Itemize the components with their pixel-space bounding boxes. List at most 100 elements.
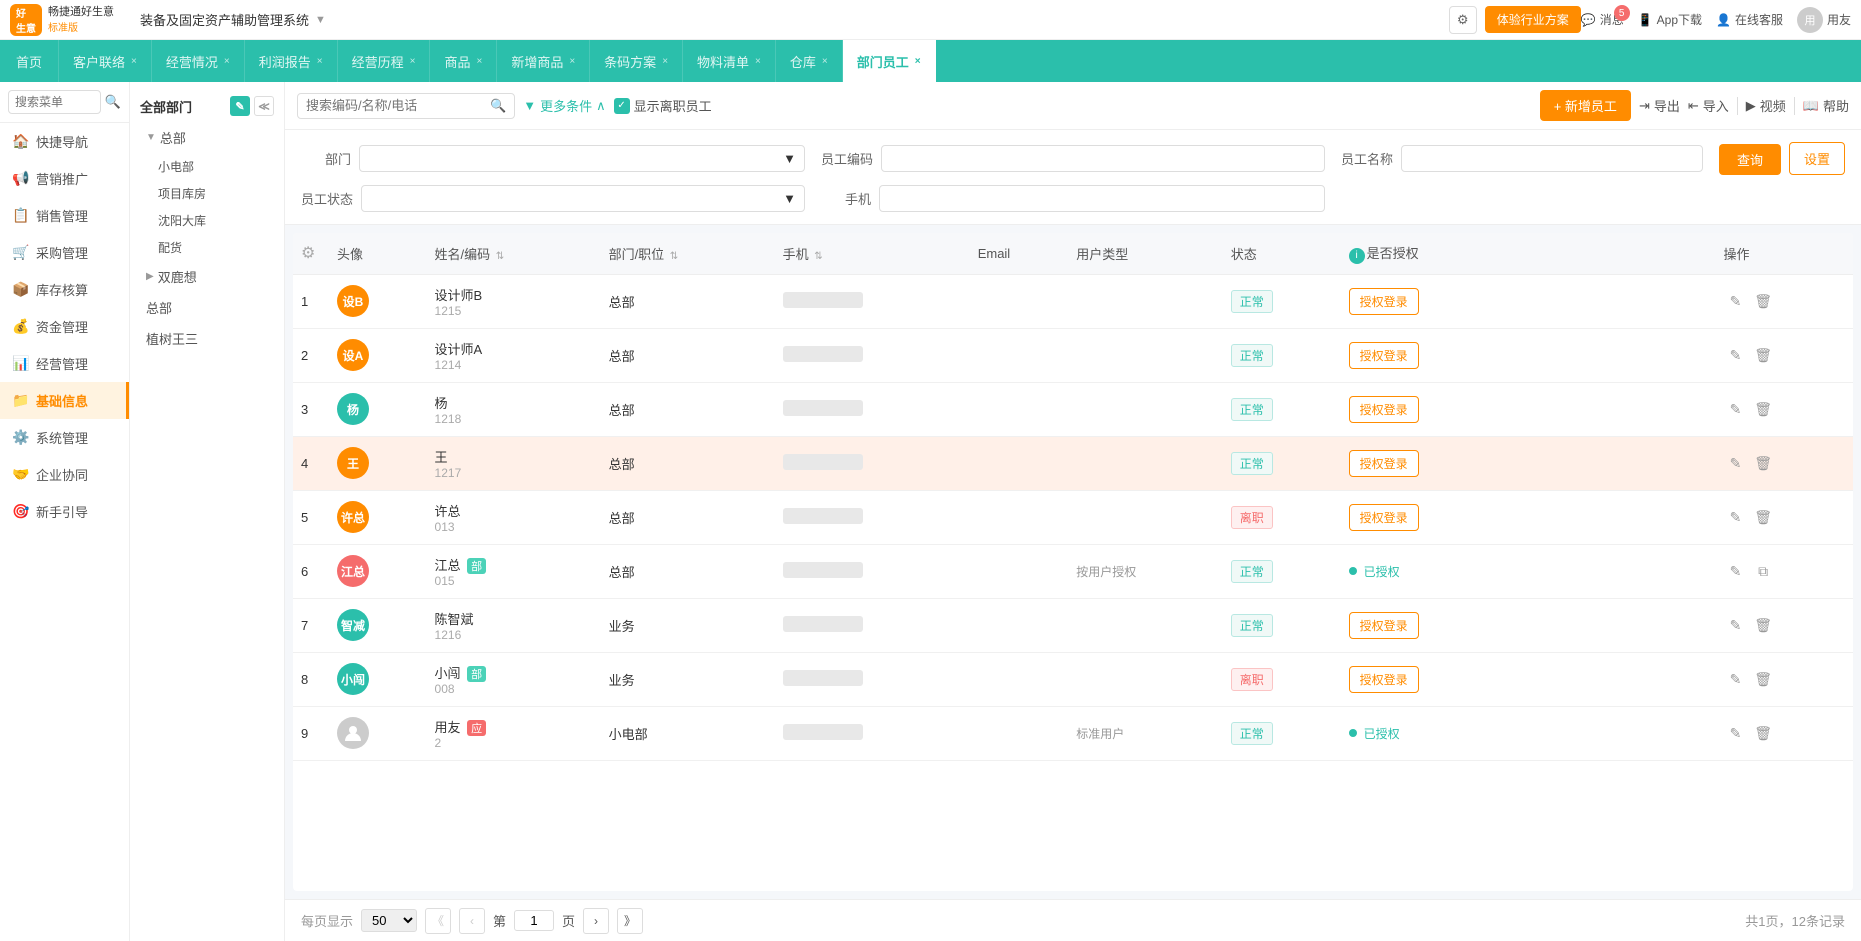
page-number-input[interactable] bbox=[514, 910, 554, 931]
edit-button[interactable]: ✎ bbox=[1723, 559, 1747, 583]
table-settings-icon[interactable]: ⚙ bbox=[301, 245, 315, 262]
delete-button[interactable]: 🗑 bbox=[1751, 721, 1775, 745]
more-filter-button[interactable]: ▼ 更多条件 ∧ bbox=[523, 96, 605, 115]
view-label: 视频 bbox=[1760, 96, 1786, 115]
dept-child-peihuo[interactable]: 配货 bbox=[130, 234, 284, 261]
sidebar-search-input[interactable] bbox=[8, 90, 101, 114]
tab-bom[interactable]: 物料清单 × bbox=[683, 40, 776, 82]
auth-login-button[interactable]: 授权登录 bbox=[1349, 342, 1419, 369]
code-filter-input[interactable] bbox=[881, 145, 1325, 172]
sidebar-inventory-label: 库存核算 bbox=[36, 280, 88, 299]
tab-home[interactable]: 首页 bbox=[0, 40, 59, 82]
help-icon: 📖 bbox=[1803, 98, 1819, 114]
delete-button[interactable]: 🗑 bbox=[1751, 343, 1775, 367]
copy-button[interactable]: ⧉ bbox=[1751, 559, 1775, 583]
phone-blur bbox=[783, 400, 863, 416]
page-size-select[interactable]: 50 20 100 bbox=[361, 909, 417, 932]
sidebar-item-system[interactable]: ⚙️ 系统管理 bbox=[0, 419, 129, 456]
sidebar-item-collab[interactable]: 🤝 企业协同 bbox=[0, 456, 129, 493]
phone-filter-input[interactable] bbox=[879, 185, 1325, 212]
show-resign-label[interactable]: ✓ 显示离职员工 bbox=[614, 96, 712, 115]
edit-button[interactable]: ✎ bbox=[1723, 451, 1747, 475]
tab-warehouse[interactable]: 仓库 × bbox=[776, 40, 843, 82]
import-button[interactable]: ⇤ 导入 bbox=[1688, 96, 1729, 115]
sidebar-item-nav[interactable]: 🏠 快捷导航 bbox=[0, 123, 129, 160]
delete-button[interactable]: 🗑 bbox=[1751, 397, 1775, 421]
dept-child-shenyang[interactable]: 沈阳大库 bbox=[130, 207, 284, 234]
sidebar-item-basic[interactable]: 📁 基础信息 bbox=[0, 382, 129, 419]
auth-login-button[interactable]: 授权登录 bbox=[1349, 504, 1419, 531]
sidebar-item-purchase[interactable]: 🛒 采购管理 bbox=[0, 234, 129, 271]
message-button[interactable]: 💬 消息 5 bbox=[1581, 11, 1624, 28]
system-dropdown-icon[interactable]: ▼ bbox=[315, 14, 326, 26]
query-button[interactable]: 查询 bbox=[1719, 144, 1781, 175]
sidebar-item-marketing[interactable]: 📢 营销推广 bbox=[0, 160, 129, 197]
tab-profit[interactable]: 利润报告 × bbox=[245, 40, 338, 82]
add-employee-button[interactable]: + 新增员工 bbox=[1540, 90, 1631, 121]
delete-button[interactable]: 🗑 bbox=[1751, 451, 1775, 475]
dept-node-zonbu[interactable]: 总部 bbox=[130, 292, 284, 323]
tab-barcode[interactable]: 条码方案 × bbox=[590, 40, 683, 82]
online-service-button[interactable]: 👤 在线客服 bbox=[1716, 11, 1783, 28]
tab-history[interactable]: 经营历程 × bbox=[338, 40, 431, 82]
settings-button[interactable]: ⚙ bbox=[1449, 6, 1477, 34]
auth-login-button[interactable]: 授权登录 bbox=[1349, 666, 1419, 693]
col-name: 姓名/编码 ⇅ bbox=[427, 233, 601, 274]
tab-new-goods[interactable]: 新增商品 × bbox=[497, 40, 590, 82]
name-filter-input[interactable] bbox=[1401, 145, 1703, 172]
delete-button[interactable]: 🗑 bbox=[1751, 613, 1775, 637]
dept-filter-select[interactable]: ▼ bbox=[359, 145, 805, 172]
dept-node-shuanglu[interactable]: ▶ 双鹿想 bbox=[130, 261, 284, 292]
edit-button[interactable]: ✎ bbox=[1723, 343, 1747, 367]
auth-login-button[interactable]: 授权登录 bbox=[1349, 612, 1419, 639]
row-no: 9 bbox=[293, 706, 329, 760]
help-button[interactable]: 📖 帮助 bbox=[1803, 96, 1849, 115]
edit-button[interactable]: ✎ bbox=[1723, 613, 1747, 637]
dept-edit-icon[interactable]: ✎ bbox=[230, 96, 250, 116]
prev-page-button[interactable]: ‹ bbox=[459, 908, 485, 934]
top-bar: 好生意 畅捷通好生意 标准版 装备及固定资产辅助管理系统 ▼ ⚙ 体验行业方案 … bbox=[0, 0, 1861, 40]
system-title-text: 装备及固定资产辅助管理系统 bbox=[140, 10, 309, 29]
first-page-button[interactable]: 《 bbox=[425, 908, 451, 934]
delete-button[interactable]: 🗑 bbox=[1751, 289, 1775, 313]
edit-button[interactable]: ✎ bbox=[1723, 397, 1747, 421]
delete-button[interactable]: 🗑 bbox=[1751, 667, 1775, 691]
tab-employees[interactable]: 部门员工 × bbox=[843, 40, 936, 82]
dept-collapse-icon[interactable]: ≪ bbox=[254, 96, 274, 116]
show-resign-checkbox[interactable]: ✓ bbox=[614, 98, 630, 114]
sidebar-item-guide[interactable]: 🎯 新手引导 bbox=[0, 493, 129, 530]
tab-operation[interactable]: 经营情况 × bbox=[152, 40, 245, 82]
search-input[interactable] bbox=[306, 98, 486, 113]
export-button[interactable]: ⇥ 导出 bbox=[1639, 96, 1680, 115]
edit-button[interactable]: ✎ bbox=[1723, 289, 1747, 313]
sidebar-item-sales[interactable]: 📋 销售管理 bbox=[0, 197, 129, 234]
dept-node-head[interactable]: ▼ 总部 bbox=[130, 122, 284, 153]
status-filter-select[interactable]: ▼ bbox=[361, 185, 805, 212]
app-download-button[interactable]: 📱 App下载 bbox=[1638, 11, 1702, 28]
auth-login-button[interactable]: 授权登录 bbox=[1349, 288, 1419, 315]
table-row: 8 小闯 小闯 部 008 业务 离职 授权登录 bbox=[293, 652, 1853, 706]
main-content: 🔍 ▼ 更多条件 ∧ ✓ 显示离职员工 + 新增员工 ⇥ 导出 bbox=[285, 82, 1861, 941]
edit-button[interactable]: ✎ bbox=[1723, 505, 1747, 529]
next-page-button[interactable]: › bbox=[583, 908, 609, 934]
edit-button[interactable]: ✎ bbox=[1723, 667, 1747, 691]
tab-customer[interactable]: 客户联络 × bbox=[59, 40, 152, 82]
auth-login-button[interactable]: 授权登录 bbox=[1349, 396, 1419, 423]
view-button[interactable]: ▶ 视频 bbox=[1746, 96, 1786, 115]
sidebar-item-inventory[interactable]: 📦 库存核算 bbox=[0, 271, 129, 308]
tab-goods[interactable]: 商品 × bbox=[430, 40, 497, 82]
sidebar-item-business[interactable]: 📊 经营管理 bbox=[0, 345, 129, 382]
auth-login-button[interactable]: 授权登录 bbox=[1349, 450, 1419, 477]
trial-button[interactable]: 体验行业方案 bbox=[1485, 6, 1581, 33]
row-no: 8 bbox=[293, 652, 329, 706]
dept-child-xiangmu[interactable]: 项目库房 bbox=[130, 180, 284, 207]
dept-node-zhishu[interactable]: 植树王三 bbox=[130, 323, 284, 354]
delete-button[interactable]: 🗑 bbox=[1751, 505, 1775, 529]
user-label: 用友 bbox=[1827, 11, 1851, 28]
last-page-button[interactable]: 》 bbox=[617, 908, 643, 934]
sidebar-item-finance[interactable]: 💰 资金管理 bbox=[0, 308, 129, 345]
user-area[interactable]: 用 用友 bbox=[1797, 7, 1851, 33]
filter-setting-button[interactable]: 设置 bbox=[1789, 142, 1845, 175]
dept-child-xiaodian[interactable]: 小电部 bbox=[130, 153, 284, 180]
edit-button[interactable]: ✎ bbox=[1723, 721, 1747, 745]
